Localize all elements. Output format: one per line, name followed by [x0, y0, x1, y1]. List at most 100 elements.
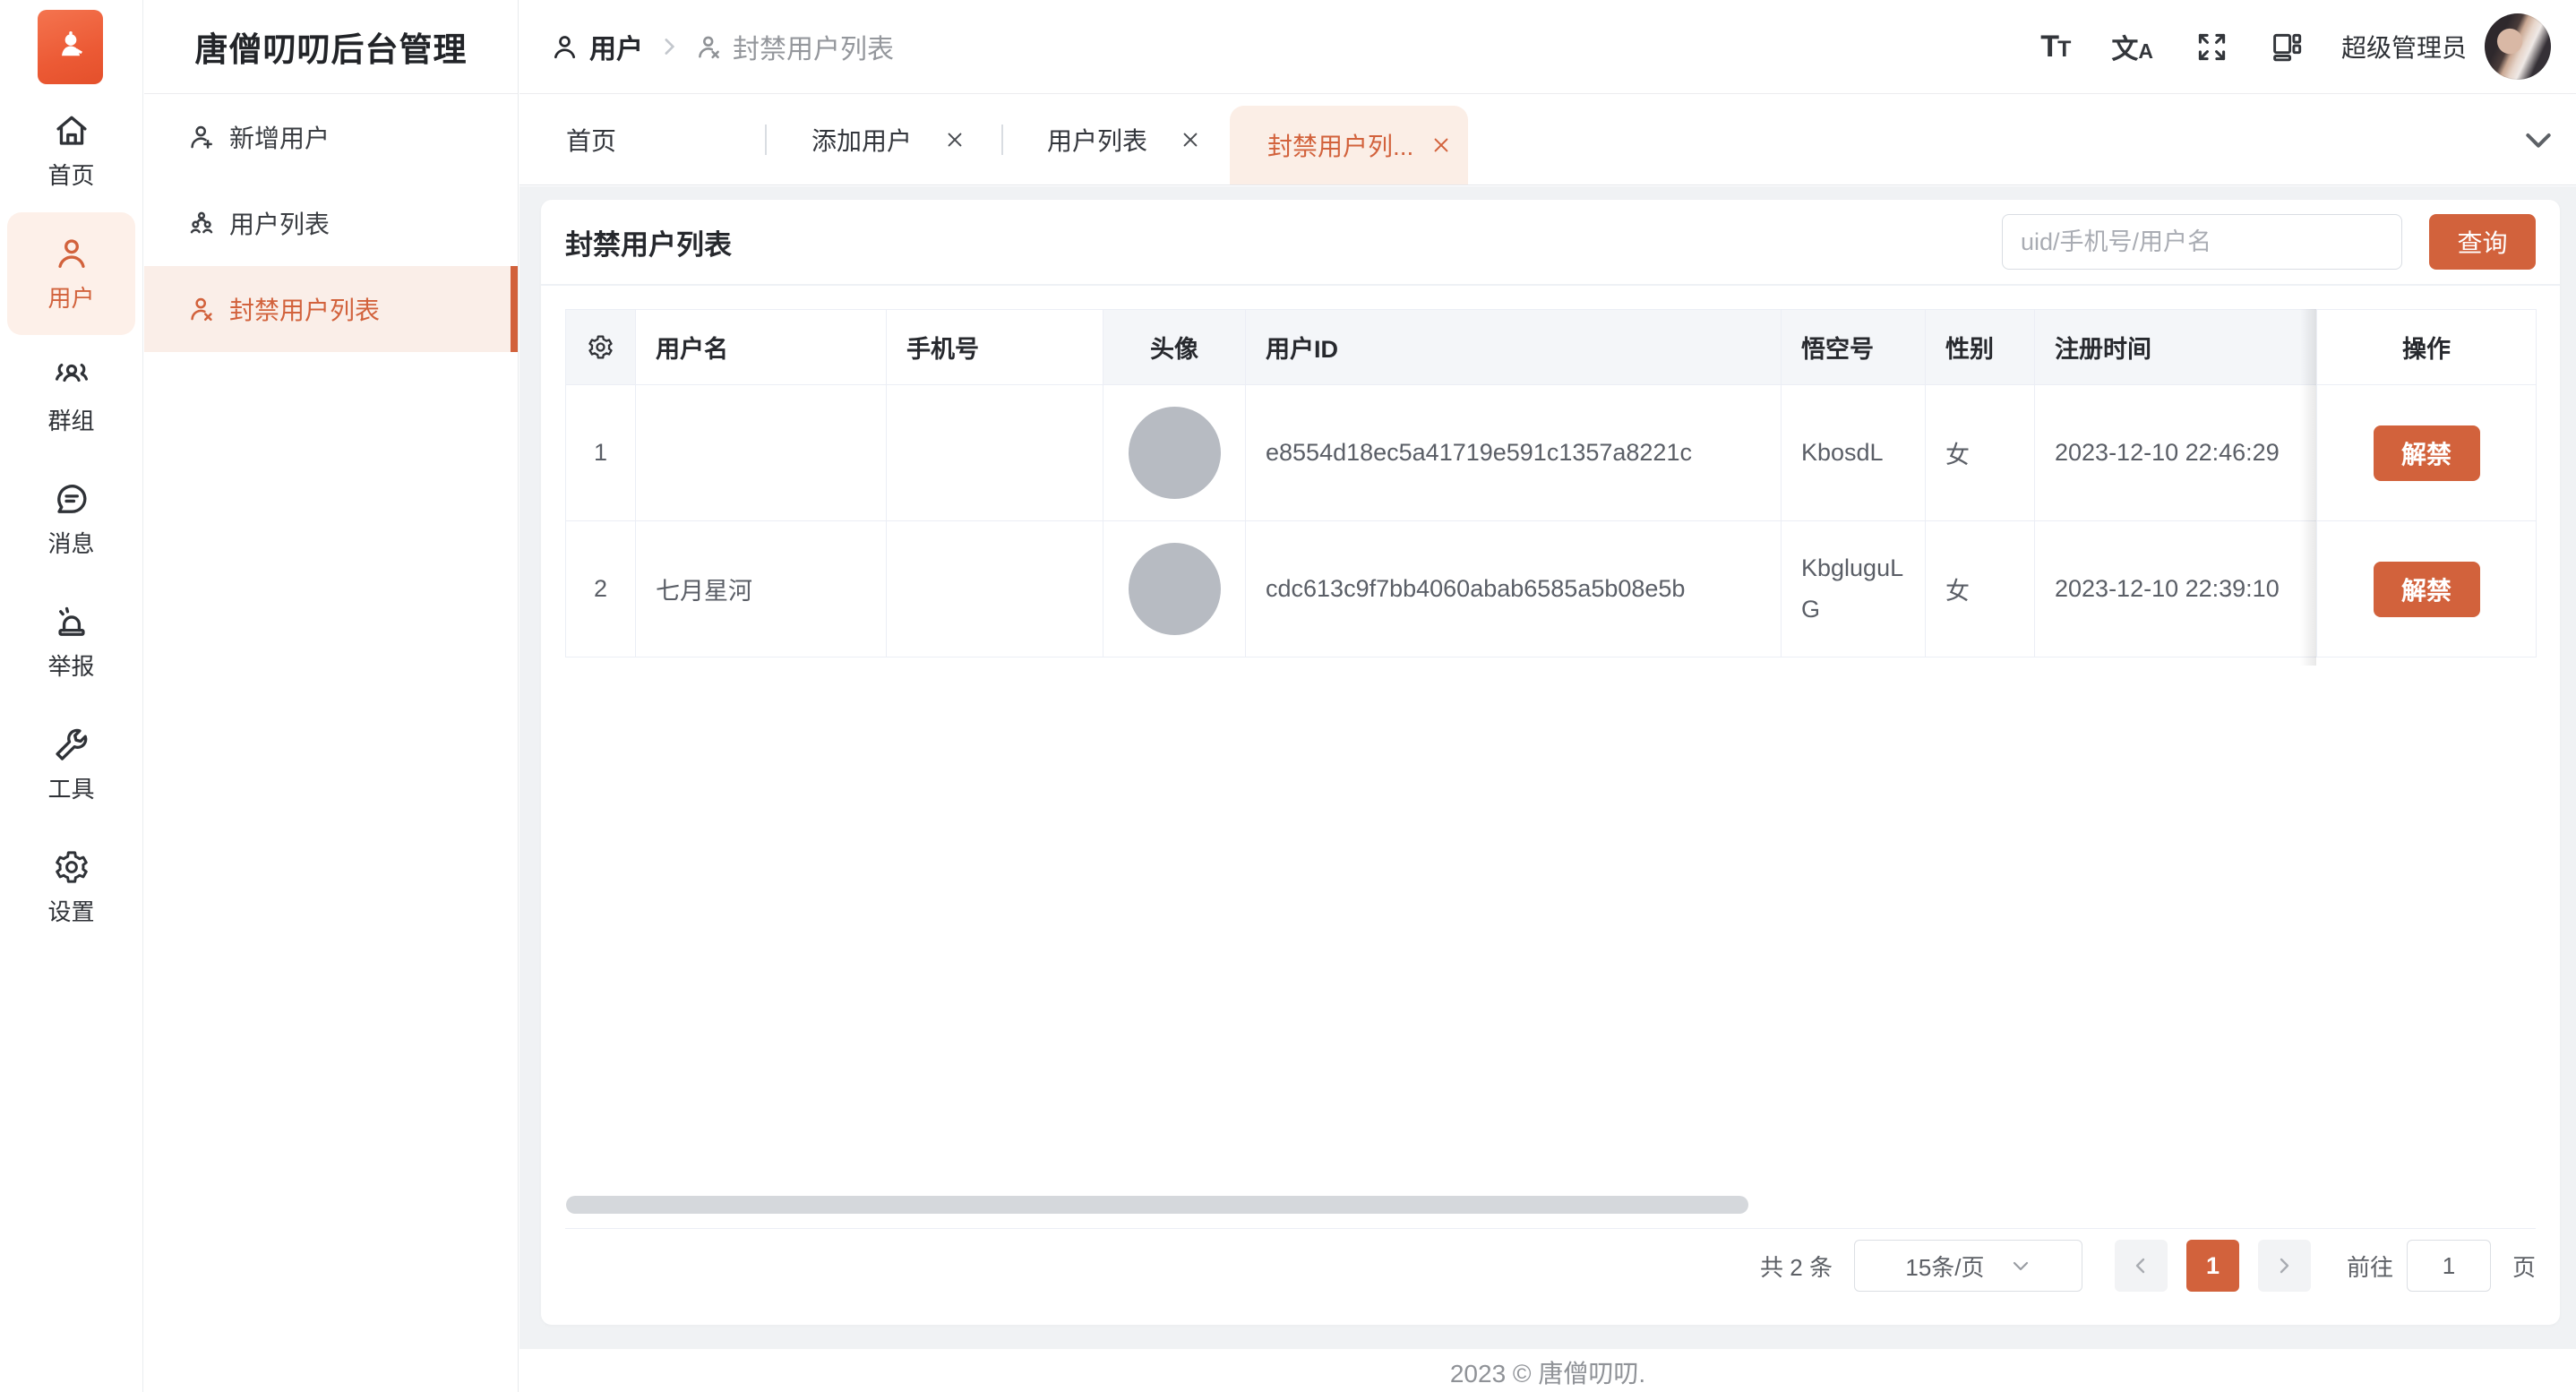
breadcrumb-banned-users: 封禁用户列表 [695, 27, 894, 66]
card-header: 封禁用户列表 查询 [541, 200, 2560, 286]
close-icon[interactable] [945, 130, 965, 150]
sidebar-item-label: 用户列表 [229, 211, 331, 238]
layout-icon[interactable] [2271, 30, 2304, 64]
content-area: 封禁用户列表 查询 [519, 186, 2576, 1349]
cell-actions: 解禁 [2316, 384, 2537, 521]
gear-icon[interactable] [571, 333, 630, 361]
table-row: 2 七月星河 cdc613c9f7bb4060abab6585a5b08e5b … [565, 520, 2537, 657]
icon-rail: 首页 用户 群组 消息 举报 工具 设置 [0, 0, 143, 1392]
current-page-button[interactable]: 1 [2185, 1240, 2239, 1292]
rail-item-reports[interactable]: 举报 [0, 580, 142, 703]
cell-username [635, 384, 887, 521]
sidebar-item-banned-users[interactable]: 封禁用户列表 [144, 266, 518, 352]
monk-logo-icon [50, 27, 91, 68]
sidebar-item-label: 新增用户 [229, 125, 331, 152]
table-row: 1 e8554d18ec5a41719e591c1357a8221c Kbosd… [565, 384, 2537, 521]
gear-icon [53, 848, 90, 886]
tab-banned-users-active[interactable]: 封禁用户列... [1230, 106, 1468, 185]
wrench-icon [53, 726, 90, 763]
cell-avatar [1103, 384, 1246, 521]
message-icon [53, 480, 90, 518]
main-column: 用户 封禁用户列表 TT 文A 超级管理员 首页 添加用户 用户列表 封禁用户列… [519, 0, 2576, 1392]
font-size-icon[interactable]: TT [2040, 30, 2071, 64]
prev-page-button[interactable] [2114, 1240, 2168, 1292]
tab-label: 封禁用户列... [1267, 133, 1414, 160]
rail-item-messages[interactable]: 消息 [0, 458, 142, 580]
cell-actions: 解禁 [2316, 520, 2537, 657]
horizontal-scrollbar[interactable] [566, 1196, 1748, 1214]
cell-register-time: 2023-12-10 22:39:10 [2034, 520, 2317, 657]
cell-avatar [1103, 520, 1246, 657]
chevron-down-icon[interactable] [2520, 122, 2556, 158]
group-icon [53, 357, 90, 395]
column-header-wukong: 悟空号 [1781, 309, 1926, 385]
user-plus-icon [187, 123, 216, 151]
sidebar-item-user-list[interactable]: 用户列表 [144, 180, 518, 266]
row-index: 1 [565, 384, 636, 521]
pagination: 共 2 条 15条/页 1 前往 1 页 [565, 1240, 2536, 1292]
sidebar-item-add-user[interactable]: 新增用户 [144, 94, 518, 180]
table-zone: 用户名 手机号 头像 用户ID 悟空号 性别 注册时间 操作 1 e8554d1… [565, 309, 2537, 1229]
avatar[interactable] [2485, 13, 2551, 80]
column-header-username: 用户名 [635, 309, 887, 385]
breadcrumb-users[interactable]: 用户 [550, 27, 643, 66]
goto-page-input[interactable] [2406, 1240, 2491, 1292]
rail-item-home[interactable]: 首页 [0, 90, 142, 212]
breadcrumb-label: 封禁用户列表 [733, 35, 894, 64]
tab-label: 添加用户 [811, 126, 913, 155]
tab-bar: 首页 添加用户 用户列表 封禁用户列... [519, 94, 2576, 185]
tab-label: 首页 [566, 126, 617, 155]
rail-item-settings[interactable]: 设置 [0, 826, 142, 949]
user-avatar-placeholder [1128, 407, 1221, 499]
user-avatar-placeholder [1128, 543, 1221, 635]
user-icon [53, 235, 90, 272]
unban-button[interactable]: 解禁 [2373, 425, 2480, 481]
breadcrumb-label: 用户 [589, 35, 643, 64]
siren-icon [53, 603, 90, 640]
cell-userid: e8554d18ec5a41719e591c1357a8221c [1245, 384, 1782, 521]
tab-add-user[interactable]: 添加用户 [767, 94, 1003, 185]
search-row: 查询 [2002, 214, 2536, 270]
tab-user-list[interactable]: 用户列表 [1003, 94, 1230, 185]
cell-register-time: 2023-12-10 22:46:29 [2034, 384, 2317, 521]
cell-phone [886, 520, 1103, 657]
card-body: 用户名 手机号 头像 用户ID 悟空号 性别 注册时间 操作 1 e8554d1… [541, 286, 2560, 1292]
cell-phone [886, 384, 1103, 521]
table-header-row: 用户名 手机号 头像 用户ID 悟空号 性别 注册时间 操作 [565, 309, 2537, 385]
page-size-value: 15条/页 [1905, 1253, 1985, 1281]
goto-suffix: 页 [2512, 1253, 2536, 1281]
app-logo[interactable] [38, 10, 103, 84]
query-button[interactable]: 查询 [2429, 214, 2536, 270]
column-header-userid: 用户ID [1245, 309, 1782, 385]
unban-button[interactable]: 解禁 [2373, 561, 2480, 617]
tab-home[interactable]: 首页 [566, 94, 767, 185]
sidebar-item-label: 封禁用户列表 [229, 296, 381, 324]
header-actions: TT 文A 超级管理员 [1998, 13, 2551, 80]
rail-menu: 首页 用户 群组 消息 举报 工具 设置 [0, 90, 142, 949]
rail-item-users[interactable]: 用户 [7, 212, 135, 335]
chevron-right-icon [657, 35, 681, 58]
language-icon[interactable]: 文A [2111, 27, 2153, 66]
search-input[interactable] [2002, 214, 2402, 270]
column-header-avatar: 头像 [1103, 309, 1246, 385]
fullscreen-icon[interactable] [2195, 30, 2228, 64]
column-header-register-time: 注册时间 [2034, 309, 2317, 385]
rail-item-tools[interactable]: 工具 [0, 703, 142, 826]
cell-userid: cdc613c9f7bb4060abab6585a5b08e5b [1245, 520, 1782, 657]
home-icon [53, 112, 90, 150]
chevron-left-icon [2130, 1255, 2151, 1276]
close-icon[interactable] [1181, 130, 1200, 150]
column-header-gender: 性别 [1925, 309, 2035, 385]
next-page-button[interactable] [2257, 1240, 2311, 1292]
rail-item-label: 举报 [47, 652, 95, 680]
banned-users-table: 用户名 手机号 头像 用户ID 悟空号 性别 注册时间 操作 1 e8554d1… [565, 309, 2537, 657]
cell-gender: 女 [1925, 520, 2035, 657]
copyright-text: 2023 © 唐僧叨叨. [1449, 1360, 1646, 1388]
row-index: 2 [565, 520, 636, 657]
page-size-select[interactable]: 15条/页 [1853, 1240, 2082, 1292]
cell-gender: 女 [1925, 384, 2035, 521]
top-header: 用户 封禁用户列表 TT 文A 超级管理员 [519, 0, 2576, 94]
close-icon[interactable] [1431, 135, 1451, 155]
rail-item-groups[interactable]: 群组 [0, 335, 142, 458]
cell-wukong: KbosdL [1781, 384, 1926, 521]
